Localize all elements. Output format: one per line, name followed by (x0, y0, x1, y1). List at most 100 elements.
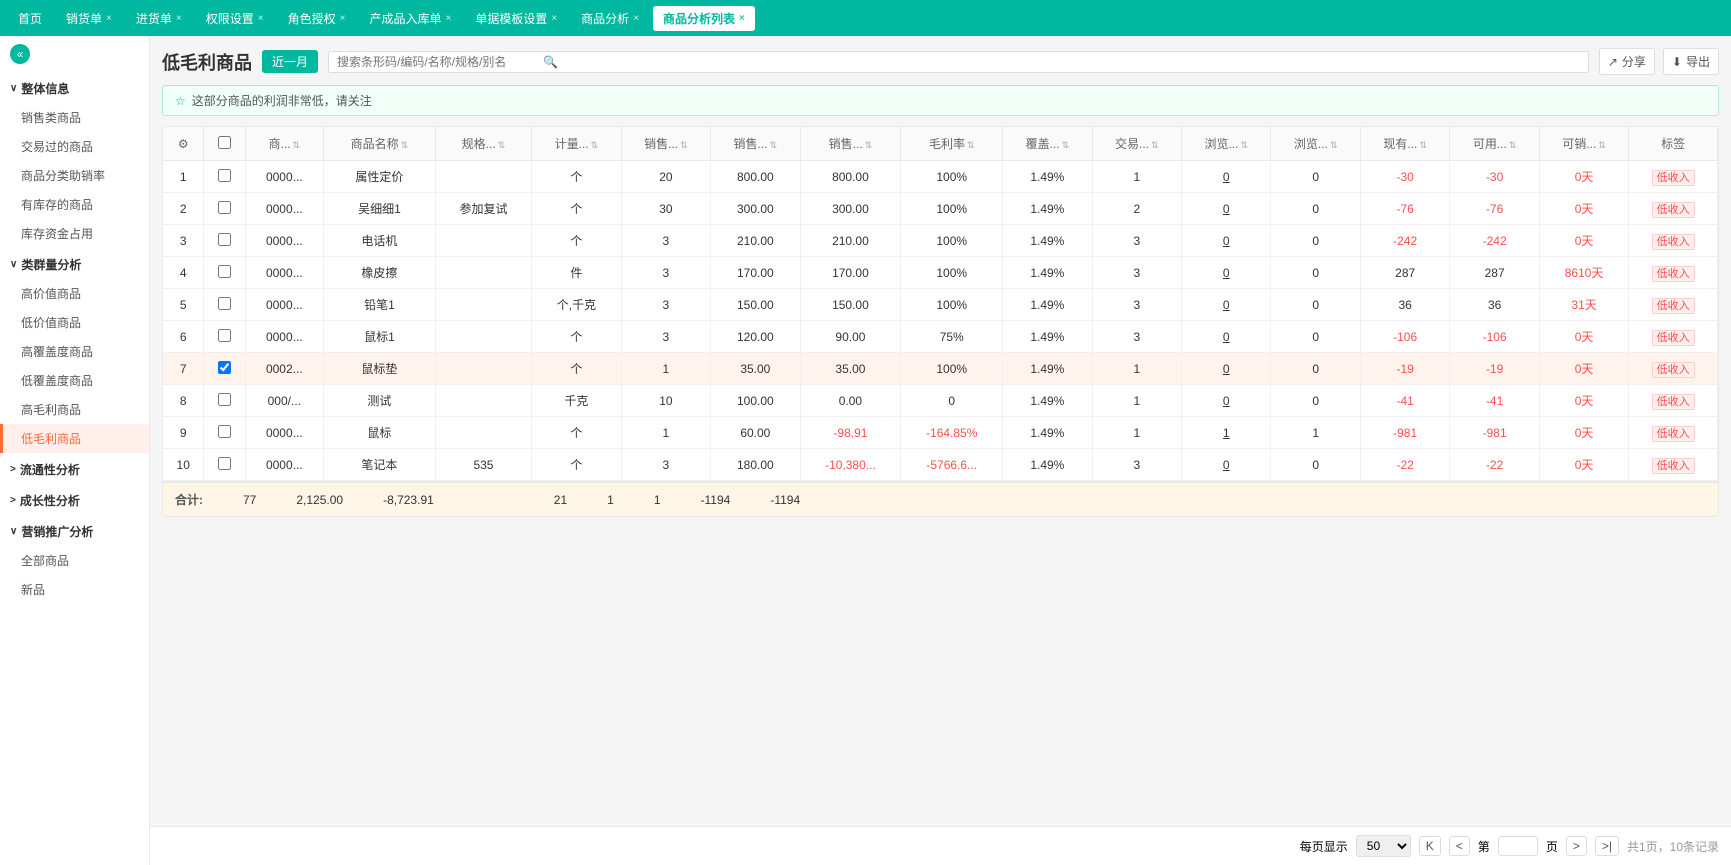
col-header-stock[interactable]: 现有...⇅ (1360, 127, 1449, 161)
close-nav-icon[interactable]: × (258, 13, 264, 24)
nav-item-产成品入库单[interactable]: 产成品入库单× (359, 6, 461, 31)
row-select-checkbox[interactable] (218, 233, 231, 246)
view-link[interactable]: 0 (1223, 362, 1230, 376)
sidebar-item-商品分类助销率[interactable]: 商品分类助销率 (0, 161, 149, 190)
sidebar-collapse-button[interactable]: « (10, 44, 30, 64)
view-link[interactable]: 0 (1223, 202, 1230, 216)
table-row[interactable]: 10000...属性定价个20800.00800.00100%1.49%100-… (163, 161, 1718, 193)
nav-item-商品分析列表[interactable]: 商品分析列表× (653, 6, 755, 31)
sidebar-item-全部商品[interactable]: 全部商品 (0, 546, 149, 575)
view-link[interactable]: 0 (1223, 234, 1230, 248)
row-select-checkbox[interactable] (218, 329, 231, 342)
col-header-name[interactable]: 商品名称⇅ (324, 127, 436, 161)
view-link[interactable]: 0 (1223, 266, 1230, 280)
row-select-checkbox[interactable] (218, 297, 231, 310)
nav-item-首页[interactable]: 首页 (8, 6, 52, 31)
time-filter-button[interactable]: 近一月 (262, 50, 318, 73)
row-checkbox[interactable] (204, 449, 245, 481)
col-header-sale_price[interactable]: 销售...⇅ (711, 127, 800, 161)
col-header-unit[interactable]: 计量...⇅ (532, 127, 621, 161)
nav-item-单据模板设置[interactable]: 单据模板设置× (465, 6, 567, 31)
first-page-button[interactable]: K (1419, 836, 1441, 856)
row-select-checkbox[interactable] (218, 393, 231, 406)
sidebar-item-低覆盖度商品[interactable]: 低覆盖度商品 (0, 366, 149, 395)
sidebar-item-新品[interactable]: 新品 (0, 575, 149, 604)
nav-item-商品分析[interactable]: 商品分析× (571, 6, 649, 31)
row-select-checkbox[interactable] (218, 457, 231, 470)
nav-item-销货单[interactable]: 销货单× (56, 6, 122, 31)
row-view1[interactable]: 0 (1182, 257, 1271, 289)
col-header-sale_amount[interactable]: 销售...⇅ (800, 127, 901, 161)
row-checkbox[interactable] (204, 193, 245, 225)
sidebar-section-流通性分析[interactable]: >流通性分析 (0, 453, 149, 484)
row-checkbox[interactable] (204, 417, 245, 449)
view-link[interactable]: 0 (1223, 298, 1230, 312)
row-checkbox[interactable] (204, 257, 245, 289)
row-view1[interactable]: 0 (1182, 449, 1271, 481)
table-row[interactable]: 100000...笔记本535个3180.00-10,380...-5766.6… (163, 449, 1718, 481)
view-link[interactable]: 0 (1223, 458, 1230, 472)
view-link[interactable]: 0 (1223, 170, 1230, 184)
close-nav-icon[interactable]: × (176, 13, 182, 24)
table-row[interactable]: 20000...吴细细1参加复试个30300.00300.00100%1.49%… (163, 193, 1718, 225)
view-link[interactable]: 0 (1223, 394, 1230, 408)
row-view1[interactable]: 0 (1182, 289, 1271, 321)
row-checkbox[interactable] (204, 353, 245, 385)
row-checkbox[interactable] (204, 289, 245, 321)
row-view1[interactable]: 0 (1182, 385, 1271, 417)
col-header-sellable[interactable]: 可销...⇅ (1539, 127, 1628, 161)
row-select-checkbox[interactable] (218, 361, 231, 374)
col-header-gross_rate[interactable]: 毛利率⇅ (901, 127, 1003, 161)
col-header-coverage[interactable]: 覆盖...⇅ (1003, 127, 1092, 161)
row-select-checkbox[interactable] (218, 169, 231, 182)
row-checkbox[interactable] (204, 385, 245, 417)
sidebar-section-营销推广分析[interactable]: ∨营销推广分析 (0, 515, 149, 546)
table-row[interactable]: 8000/...测试千克10100.000.0001.49%100-41-410… (163, 385, 1718, 417)
close-nav-icon[interactable]: × (633, 13, 639, 24)
table-row[interactable]: 40000...橡皮擦件3170.00170.00100%1.49%300287… (163, 257, 1718, 289)
col-header-spec[interactable]: 规格...⇅ (435, 127, 532, 161)
close-nav-icon[interactable]: × (106, 13, 112, 24)
search-input[interactable] (337, 55, 537, 69)
sidebar-item-低毛利商品[interactable]: 低毛利商品 (0, 424, 149, 453)
col-header-available[interactable]: 可用...⇅ (1450, 127, 1539, 161)
col-header-code[interactable]: 商...⇅ (245, 127, 324, 161)
share-button[interactable]: ↗ 分享 (1599, 48, 1655, 75)
table-row[interactable]: 70002...鼠标垫个135.0035.00100%1.49%100-19-1… (163, 353, 1718, 385)
last-page-button[interactable]: >| (1595, 836, 1619, 856)
row-view1[interactable]: 0 (1182, 193, 1271, 225)
sidebar-item-高覆盖度商品[interactable]: 高覆盖度商品 (0, 337, 149, 366)
sidebar-section-整体信息[interactable]: ∨整体信息 (0, 72, 149, 103)
sidebar-item-低价值商品[interactable]: 低价值商品 (0, 308, 149, 337)
table-row[interactable]: 50000...铅笔1个,千克3150.00150.00100%1.49%300… (163, 289, 1718, 321)
row-select-checkbox[interactable] (218, 201, 231, 214)
sidebar-item-销售类商品[interactable]: 销售类商品 (0, 103, 149, 132)
nav-item-权限设置[interactable]: 权限设置× (196, 6, 274, 31)
nav-item-角色授权[interactable]: 角色授权× (278, 6, 356, 31)
row-select-checkbox[interactable] (218, 425, 231, 438)
page-size-select[interactable]: 2050100 (1356, 835, 1411, 857)
sidebar-section-成长性分析[interactable]: >成长性分析 (0, 484, 149, 515)
table-row[interactable]: 90000...鼠标个160.00-98.91-164.85%1.49%111-… (163, 417, 1718, 449)
row-view1[interactable]: 0 (1182, 353, 1271, 385)
sidebar-item-库存资金占用[interactable]: 库存资金占用 (0, 219, 149, 248)
view-link[interactable]: 0 (1223, 330, 1230, 344)
row-checkbox[interactable] (204, 161, 245, 193)
sidebar-item-高价值商品[interactable]: 高价值商品 (0, 279, 149, 308)
nav-item-进货单[interactable]: 进货单× (126, 6, 192, 31)
view-link[interactable]: 1 (1223, 426, 1230, 440)
sidebar-item-有库存的商品[interactable]: 有库存的商品 (0, 190, 149, 219)
row-view1[interactable]: 1 (1182, 417, 1271, 449)
close-nav-icon[interactable]: × (340, 13, 346, 24)
table-row[interactable]: 60000...鼠标1个3120.0090.0075%1.49%300-106-… (163, 321, 1718, 353)
prev-page-button[interactable]: < (1449, 836, 1470, 856)
close-nav-icon[interactable]: × (445, 13, 451, 24)
row-view1[interactable]: 0 (1182, 161, 1271, 193)
col-header-trans[interactable]: 交易...⇅ (1092, 127, 1181, 161)
table-row[interactable]: 30000...电话机个3210.00210.00100%1.49%300-24… (163, 225, 1718, 257)
row-view1[interactable]: 0 (1182, 321, 1271, 353)
next-page-button[interactable]: > (1566, 836, 1587, 856)
close-nav-icon[interactable]: × (551, 13, 557, 24)
col-header-view1[interactable]: 浏览...⇅ (1182, 127, 1271, 161)
col-header-sale_qty[interactable]: 销售...⇅ (621, 127, 710, 161)
